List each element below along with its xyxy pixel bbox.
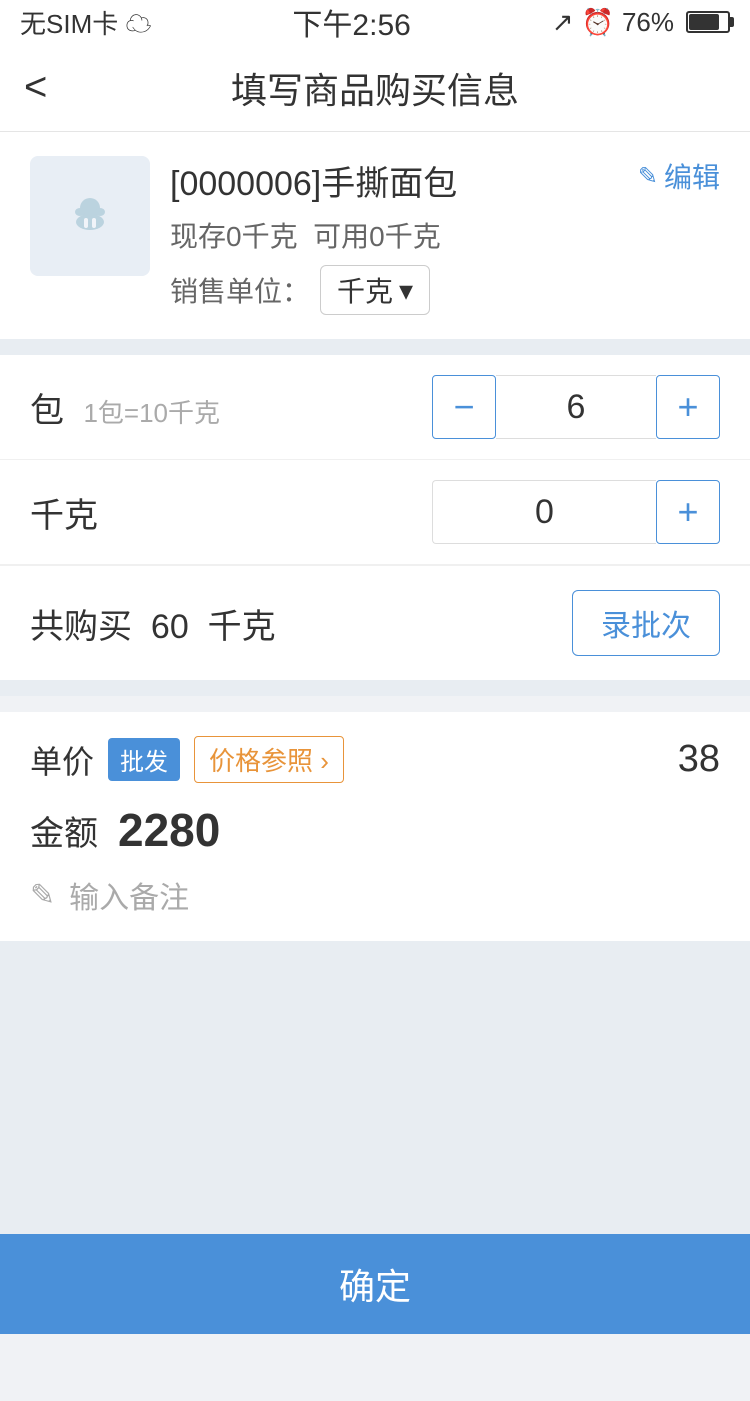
- status-right: ↗ ⏰ 76%: [552, 7, 730, 38]
- page-title: 填写商品购买信息: [231, 62, 519, 114]
- sim-label: 无SIM卡 ☁: [20, 4, 151, 41]
- amount-row: 金额 2280: [30, 803, 720, 857]
- status-time: 下午2:56: [292, 0, 410, 44]
- kg-plus-button[interactable]: +: [656, 480, 720, 544]
- price-label: 单价: [30, 737, 94, 783]
- product-image: [30, 156, 150, 276]
- kg-row: 千克 +: [0, 460, 750, 565]
- amount-label: 金额: [30, 806, 98, 855]
- battery-label: 76%: [622, 7, 674, 38]
- confirm-button[interactable]: 确定: [0, 1234, 750, 1334]
- battery-icon: [686, 11, 730, 33]
- unit-value: 千克: [337, 270, 393, 310]
- total-row: 共购买 60 千克 录批次: [0, 565, 750, 680]
- total-text: 共购买 60 千克: [30, 599, 276, 648]
- kg-input-group: +: [432, 480, 720, 544]
- edit-button[interactable]: ✎ 编辑: [638, 156, 720, 196]
- price-section: 单价 批发 价格参照 › 38 金额 2280 ✎ 输入备注: [0, 712, 750, 941]
- remark-placeholder: 输入备注: [69, 873, 189, 917]
- pencil-icon: ✎: [30, 878, 55, 913]
- product-unit: 销售单位： 千克 ▾: [170, 265, 720, 315]
- price-tag: 批发: [108, 738, 180, 781]
- price-value: 38: [678, 738, 720, 781]
- divider-2: [0, 680, 750, 696]
- status-left: 无SIM卡 ☁: [20, 4, 151, 41]
- edit-label: 编辑: [664, 156, 720, 196]
- divider-1: [0, 339, 750, 355]
- unit-select[interactable]: 千克 ▾: [320, 265, 430, 315]
- batch-button[interactable]: 录批次: [572, 590, 720, 656]
- amount-value: 2280: [118, 803, 220, 857]
- confirm-label: 确定: [339, 1258, 411, 1310]
- kg-input[interactable]: [432, 480, 656, 544]
- price-ref-label: 价格参照 ›: [209, 741, 329, 778]
- alarm-icon: ⏰: [582, 7, 614, 38]
- product-name: [0000006]手撕面包: [170, 156, 457, 205]
- bao-plus-button[interactable]: +: [656, 375, 720, 439]
- location-icon: ↗: [552, 7, 574, 38]
- back-button[interactable]: <: [24, 65, 47, 110]
- chevron-down-icon: ▾: [399, 274, 413, 307]
- product-stock: 现存0千克 可用0千克: [170, 215, 720, 255]
- bao-stepper: − +: [432, 375, 720, 439]
- product-card: [0000006]手撕面包 ✎ 编辑 现存0千克 可用0千克 销售单位： 千克 …: [0, 132, 750, 339]
- kg-label: 千克: [30, 488, 432, 537]
- bao-sublabel: 1包=10千克: [83, 398, 220, 428]
- total-value: 60: [151, 608, 189, 646]
- bao-minus-button[interactable]: −: [432, 375, 496, 439]
- price-left: 单价 批发 价格参照 ›: [30, 736, 344, 783]
- nav-bar: < 填写商品购买信息: [0, 44, 750, 132]
- price-ref-button[interactable]: 价格参照 ›: [194, 736, 344, 783]
- bao-row: 包 1包=10千克 − +: [0, 355, 750, 460]
- bao-input[interactable]: [496, 375, 656, 439]
- price-row: 单价 批发 价格参照 › 38: [30, 736, 720, 783]
- remark-row[interactable]: ✎ 输入备注: [30, 873, 720, 917]
- edit-icon: ✎: [638, 162, 658, 191]
- bao-label: 包 1包=10千克: [30, 383, 432, 432]
- input-section: 包 1包=10千克 − + 千克 +: [0, 355, 750, 565]
- status-bar: 无SIM卡 ☁ 下午2:56 ↗ ⏰ 76%: [0, 0, 750, 44]
- product-info: [0000006]手撕面包 ✎ 编辑 现存0千克 可用0千克 销售单位： 千克 …: [170, 156, 720, 315]
